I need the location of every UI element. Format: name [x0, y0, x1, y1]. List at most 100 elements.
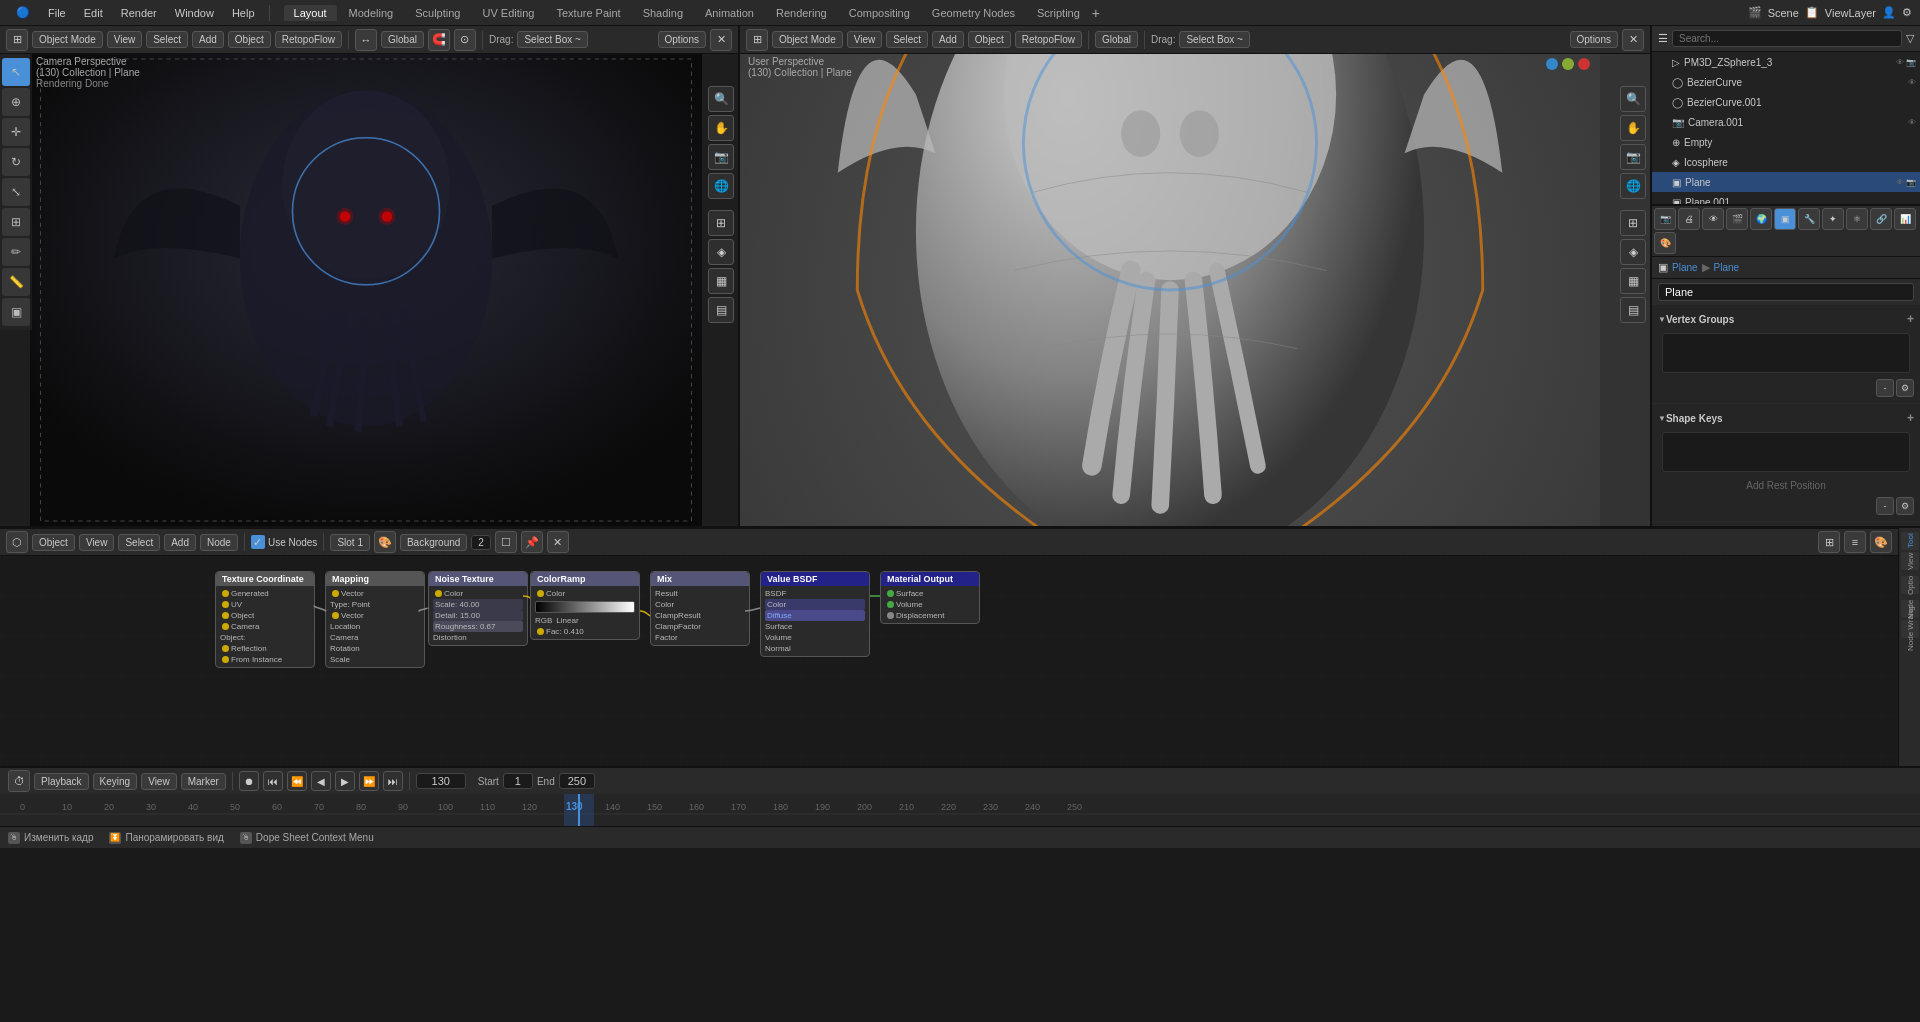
select-tool-icon[interactable]: ↖ — [2, 58, 30, 86]
props-bc-plane1[interactable]: Plane — [1672, 262, 1698, 273]
tab-compositing[interactable]: Compositing — [839, 5, 920, 21]
add-menu-right[interactable]: Add — [932, 31, 964, 48]
marker-btn[interactable]: Marker — [181, 773, 226, 790]
sk-settings-btn[interactable]: ⚙ — [1896, 497, 1914, 515]
props-scene-icon[interactable]: 🎬 — [1726, 208, 1748, 230]
tab-texture-paint[interactable]: Texture Paint — [546, 5, 630, 21]
use-nodes-checkbox[interactable]: ✓ — [251, 535, 265, 549]
node-tab-tool[interactable]: Tool — [1901, 532, 1919, 550]
node-node-btn[interactable]: Node — [200, 534, 238, 551]
end-frame[interactable]: 250 — [559, 773, 595, 789]
scale-tool-icon[interactable]: ⤡ — [2, 178, 30, 206]
outliner-item-empty[interactable]: ⊕ Empty — [1652, 132, 1920, 152]
node-tab-wrangler[interactable]: Node Wrang — [1901, 620, 1919, 638]
close-vp-left[interactable]: ✕ — [710, 29, 732, 51]
play-btn[interactable]: ▶ — [335, 771, 355, 791]
tab-layout[interactable]: Layout — [284, 5, 337, 21]
step-back-btn[interactable]: ⏪ — [287, 771, 307, 791]
view-front-right[interactable]: ▦ — [1620, 268, 1646, 294]
pm3d-vis[interactable]: 👁 — [1896, 58, 1904, 67]
rotate-tool-icon[interactable]: ↻ — [2, 148, 30, 176]
camera-left[interactable]: 📷 — [708, 144, 734, 170]
menu-edit[interactable]: Edit — [76, 5, 111, 21]
tab-scripting[interactable]: Scripting — [1027, 5, 1090, 21]
plane-render[interactable]: 📷 — [1906, 178, 1916, 187]
outliner-item-beziercurve[interactable]: ◯ BezierCurve 👁 — [1652, 72, 1920, 92]
tab-shading[interactable]: Shading — [633, 5, 693, 21]
menu-help[interactable]: Help — [224, 5, 263, 21]
node-right-icon3[interactable]: 🎨 — [1870, 531, 1892, 553]
play-back-btn[interactable]: ◀ — [311, 771, 331, 791]
props-view-icon[interactable]: 👁 — [1702, 208, 1724, 230]
props-modifier-icon[interactable]: 🔧 — [1798, 208, 1820, 230]
timeline-type-icon[interactable]: ⏱ — [8, 770, 30, 792]
view-menu-right[interactable]: View — [847, 31, 883, 48]
sk-add-btn[interactable]: + — [1907, 411, 1914, 425]
pm3d-render[interactable]: 📷 — [1906, 58, 1916, 67]
background-dropdown[interactable]: Background — [400, 534, 467, 551]
viewport-left[interactable]: ⊞ Object Mode View Select Add Object Ret… — [0, 26, 740, 526]
play-record-btn[interactable]: ⏺ — [239, 771, 259, 791]
node-select-btn[interactable]: Select — [118, 534, 160, 551]
vg-settings-btn[interactable]: ⚙ — [1896, 379, 1914, 397]
rotate-view-left[interactable]: 🌐 — [708, 173, 734, 199]
add-workspace-button[interactable]: + — [1092, 5, 1100, 21]
current-frame-display[interactable]: 130 — [416, 773, 466, 789]
node-add-btn[interactable]: Add — [164, 534, 196, 551]
vg-add-btn[interactable]: + — [1907, 312, 1914, 326]
left-vp-canvas[interactable] — [30, 54, 702, 526]
vg-minus-btn[interactable]: - — [1876, 379, 1894, 397]
object-menu-right[interactable]: Object — [968, 31, 1011, 48]
zoom-in-right[interactable]: 🔍 — [1620, 86, 1646, 112]
playback-btn[interactable]: Playback — [34, 773, 89, 790]
settings-icon[interactable]: ⚙ — [1902, 6, 1912, 19]
props-constraints-icon[interactable]: 🔗 — [1870, 208, 1892, 230]
vertex-groups-header[interactable]: ▼ Vertex Groups + — [1658, 309, 1914, 329]
transform-icon[interactable]: ↔ — [355, 29, 377, 51]
keying-btn[interactable]: Keying — [93, 773, 138, 790]
node-canvas[interactable]: Texture Coordinate Generated UV Object C… — [0, 556, 1898, 766]
local-view-right[interactable]: ◈ — [1620, 239, 1646, 265]
object-menu-left[interactable]: Object — [228, 31, 271, 48]
node-editor-main[interactable]: ⬡ Object View Select Add Node ✓ Use Node… — [0, 528, 1898, 766]
node-tab-options[interactable]: Optio — [1901, 576, 1919, 594]
tab-uv-editing[interactable]: UV Editing — [472, 5, 544, 21]
node-tab-view[interactable]: View — [1901, 552, 1919, 570]
node-right-icon2[interactable]: ≡ — [1844, 531, 1866, 553]
outliner-search[interactable] — [1672, 30, 1902, 47]
menu-file[interactable]: File — [40, 5, 74, 21]
props-data-icon[interactable]: 📊 — [1894, 208, 1916, 230]
tab-rendering[interactable]: Rendering — [766, 5, 837, 21]
rotate-view-right[interactable]: 🌐 — [1620, 173, 1646, 199]
annotate-tool-icon[interactable]: ✏ — [2, 238, 30, 266]
measure-tool-icon[interactable]: 📏 — [2, 268, 30, 296]
select-menu-left[interactable]: Select — [146, 31, 188, 48]
viewport-right[interactable]: ⊞ Object Mode View Select Add Object Ret… — [740, 26, 1650, 526]
drag-dropdown-r[interactable]: Select Box ~ — [1179, 31, 1249, 48]
filter-icon[interactable]: ▽ — [1906, 32, 1914, 45]
move-tool-icon[interactable]: ✛ — [2, 118, 30, 146]
slot-num-field[interactable]: 2 — [471, 535, 491, 550]
outliner-item-pm3d[interactable]: ▷ PM3D_ZSphere1_3 👁 📷 — [1652, 52, 1920, 72]
props-material-icon[interactable]: 🎨 — [1654, 232, 1676, 254]
options-btn-left[interactable]: Options — [658, 31, 706, 48]
select-menu-right[interactable]: Select — [886, 31, 928, 48]
options-btn-right[interactable]: Options — [1570, 31, 1618, 48]
close-vp-right[interactable]: ✕ — [1622, 29, 1644, 51]
node-noise-texture[interactable]: Noise Texture Color Scale: 40.00 Detail:… — [428, 571, 528, 646]
node-value-bsdf[interactable]: Value BSDF BSDF Color Diffuse Surface Vo… — [760, 571, 870, 657]
timeline-track[interactable]: 0 10 20 30 40 50 60 70 80 90 100 110 120 — [0, 794, 1920, 826]
sk-minus-btn[interactable]: - — [1876, 497, 1894, 515]
start-frame[interactable]: 1 — [503, 773, 533, 789]
step-fwd-btn[interactable]: ⏩ — [359, 771, 379, 791]
pan-right[interactable]: ✋ — [1620, 115, 1646, 141]
tab-geometry-nodes[interactable]: Geometry Nodes — [922, 5, 1025, 21]
tab-modeling[interactable]: Modeling — [339, 5, 404, 21]
slot-dropdown[interactable]: Slot 1 — [330, 534, 370, 551]
jump-start-btn[interactable]: ⏮ — [263, 771, 283, 791]
view-side-right[interactable]: ▤ — [1620, 297, 1646, 323]
props-particles-icon[interactable]: ✦ — [1822, 208, 1844, 230]
drag-dropdown-left[interactable]: Select Box ~ — [517, 31, 587, 48]
ortho-toggle-right[interactable]: ⊞ — [1620, 210, 1646, 236]
snap-icon[interactable]: 🧲 — [428, 29, 450, 51]
